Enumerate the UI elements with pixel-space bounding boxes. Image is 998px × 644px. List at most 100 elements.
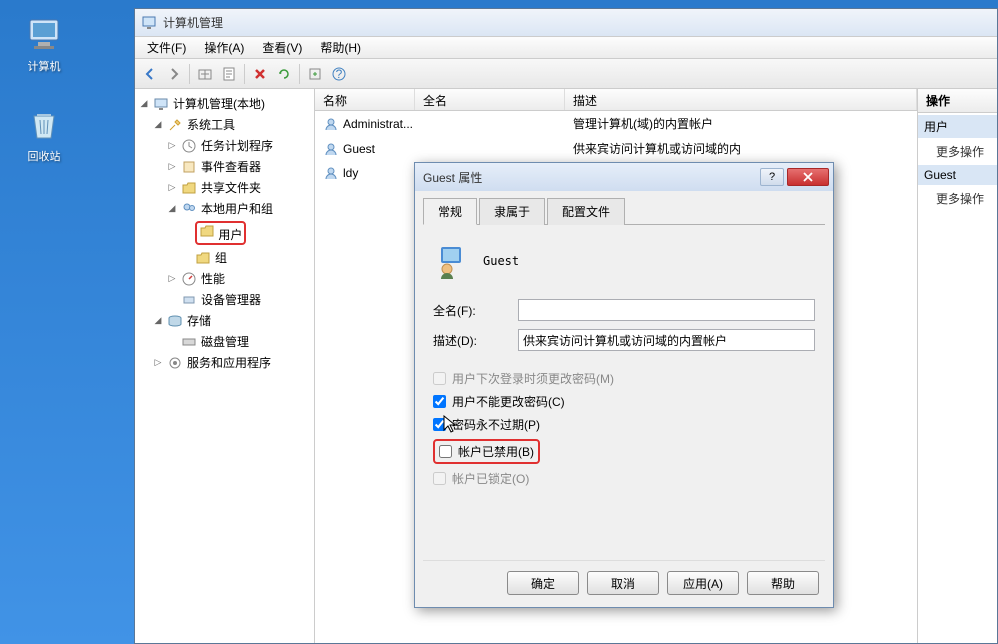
guest-properties-dialog: Guest 属性 ? 常规 隶属于 配置文件 Guest 全名(F): 描述(D… [414, 162, 834, 608]
checkbox-change-next [433, 372, 446, 385]
expand-icon[interactable]: ▷ [153, 358, 163, 368]
window-title: 计算机管理 [163, 14, 223, 31]
tree-services[interactable]: ▷ 服务和应用程序 [135, 352, 314, 373]
tree-system-tools-label: 系统工具 [187, 116, 235, 133]
toolbar-export-button[interactable] [304, 63, 326, 85]
desc-input[interactable] [518, 329, 815, 351]
dialog-titlebar[interactable]: Guest 属性 ? [415, 163, 833, 191]
desktop-recycle-label: 回收站 [14, 148, 74, 164]
tree-users-label: 用户 [218, 228, 242, 242]
actions-more-2[interactable]: 更多操作 [918, 187, 997, 210]
event-icon [181, 159, 197, 175]
tree-task-scheduler[interactable]: ▷ 任务计划程序 [135, 135, 314, 156]
tree-task-scheduler-label: 任务计划程序 [201, 137, 273, 154]
toolbar-delete-button[interactable] [249, 63, 271, 85]
menubar: 文件(F) 操作(A) 查看(V) 帮助(H) [135, 37, 997, 59]
checkbox-never-expire-label: 密码永不过期(P) [452, 416, 540, 433]
expand-icon[interactable]: ▷ [167, 183, 177, 193]
checkbox-disabled-row[interactable]: 帐户已禁用(B) [423, 436, 825, 467]
list-row[interactable]: Administrat... 管理计算机(域)的内置帐户 [315, 111, 917, 136]
expand-icon[interactable]: ▷ [167, 274, 177, 284]
tree-device-manager[interactable]: 设备管理器 [135, 289, 314, 310]
menu-action[interactable]: 操作(A) [196, 37, 252, 58]
toolbar-refresh-button[interactable] [273, 63, 295, 85]
tab-profile[interactable]: 配置文件 [547, 198, 625, 225]
user-icon [323, 165, 339, 181]
expand-icon[interactable]: ▷ [167, 141, 177, 151]
svg-text:?: ? [336, 67, 343, 81]
list-row[interactable]: Guest 供来宾访问计算机或访问域的内 [315, 136, 917, 161]
checkbox-cannot-change-row[interactable]: 用户不能更改密码(C) [423, 390, 825, 413]
checkbox-cannot-change[interactable] [433, 395, 446, 408]
fullname-input[interactable] [518, 299, 815, 321]
fullname-label: 全名(F): [433, 302, 508, 319]
expand-icon[interactable]: ▷ [167, 162, 177, 172]
user-icon [323, 116, 339, 132]
titlebar: 计算机管理 [135, 9, 997, 37]
desktop-computer-icon[interactable]: 计算机 [14, 14, 74, 74]
actions-section-users: 用户 [918, 115, 997, 138]
col-desc[interactable]: 描述 [565, 89, 917, 110]
checkbox-never-expire-row[interactable]: 密码永不过期(P) [423, 413, 825, 436]
tree-performance[interactable]: ▷ 性能 [135, 268, 314, 289]
dialog-username: Guest [483, 254, 519, 268]
tree-system-tools[interactable]: ◢ 系统工具 [135, 114, 314, 135]
expand-icon[interactable]: ◢ [167, 204, 177, 214]
desc-label: 描述(D): [433, 332, 508, 349]
tree-local-users[interactable]: ◢ 本地用户和组 [135, 198, 314, 219]
expand-icon[interactable]: ◢ [153, 316, 163, 326]
user-icon [323, 141, 339, 157]
tree-groups[interactable]: 组 [135, 247, 314, 268]
cancel-button[interactable]: 取消 [587, 571, 659, 595]
menu-view[interactable]: 查看(V) [254, 37, 310, 58]
tree-root[interactable]: ◢ 计算机管理(本地) [135, 93, 314, 114]
folder-icon [199, 223, 215, 239]
folder-icon [195, 250, 211, 266]
checkbox-never-expire[interactable] [433, 418, 446, 431]
performance-icon [181, 271, 197, 287]
dialog-tabs: 常规 隶属于 配置文件 [423, 197, 825, 225]
col-fullname[interactable]: 全名 [415, 89, 565, 110]
help-button[interactable]: 帮助 [747, 571, 819, 595]
device-icon [181, 292, 197, 308]
expand-icon[interactable]: ◢ [153, 120, 163, 130]
tree-services-label: 服务和应用程序 [187, 354, 271, 371]
menu-help[interactable]: 帮助(H) [312, 37, 369, 58]
toolbar: ? [135, 59, 997, 89]
apply-button[interactable]: 应用(A) [667, 571, 739, 595]
actions-header: 操作 [918, 89, 997, 113]
storage-icon [167, 313, 183, 329]
tab-member[interactable]: 隶属于 [479, 198, 545, 225]
tree-disk-management[interactable]: 磁盘管理 [135, 331, 314, 352]
toolbar-help-button[interactable]: ? [328, 63, 350, 85]
tree-storage[interactable]: ◢ 存储 [135, 310, 314, 331]
expand-icon[interactable]: ◢ [139, 99, 149, 109]
actions-panel: 操作 用户 更多操作 Guest 更多操作 [917, 89, 997, 643]
actions-more-1[interactable]: 更多操作 [918, 140, 997, 163]
tree-event-viewer[interactable]: ▷ 事件查看器 [135, 156, 314, 177]
computer-mgmt-icon [153, 96, 169, 112]
dialog-help-button[interactable]: ? [760, 168, 784, 186]
checkbox-account-disabled[interactable] [439, 445, 452, 458]
toolbar-back-button[interactable] [139, 63, 161, 85]
col-name[interactable]: 名称 [315, 89, 415, 110]
dialog-close-button[interactable] [787, 168, 829, 186]
tree-shared-folders[interactable]: ▷ 共享文件夹 [135, 177, 314, 198]
row-desc: 管理计算机(域)的内置帐户 [565, 113, 917, 134]
ok-button[interactable]: 确定 [507, 571, 579, 595]
tree-users[interactable]: 用户 [135, 219, 314, 247]
menu-file[interactable]: 文件(F) [139, 37, 194, 58]
tools-icon [167, 117, 183, 133]
toolbar-up-button[interactable] [194, 63, 216, 85]
checkbox-locked-label: 帐户已锁定(O) [452, 470, 529, 487]
tree-groups-label: 组 [215, 249, 227, 266]
tab-general[interactable]: 常规 [423, 198, 477, 225]
toolbar-forward-button[interactable] [163, 63, 185, 85]
desktop-recycle-icon[interactable]: 回收站 [14, 104, 74, 164]
checkbox-account-disabled-label: 帐户已禁用(B) [458, 443, 534, 460]
toolbar-properties-button[interactable] [218, 63, 240, 85]
user-avatar-icon [433, 243, 469, 279]
tree-root-label: 计算机管理(本地) [173, 95, 265, 112]
services-icon [167, 355, 183, 371]
row-name: Guest [343, 142, 375, 156]
